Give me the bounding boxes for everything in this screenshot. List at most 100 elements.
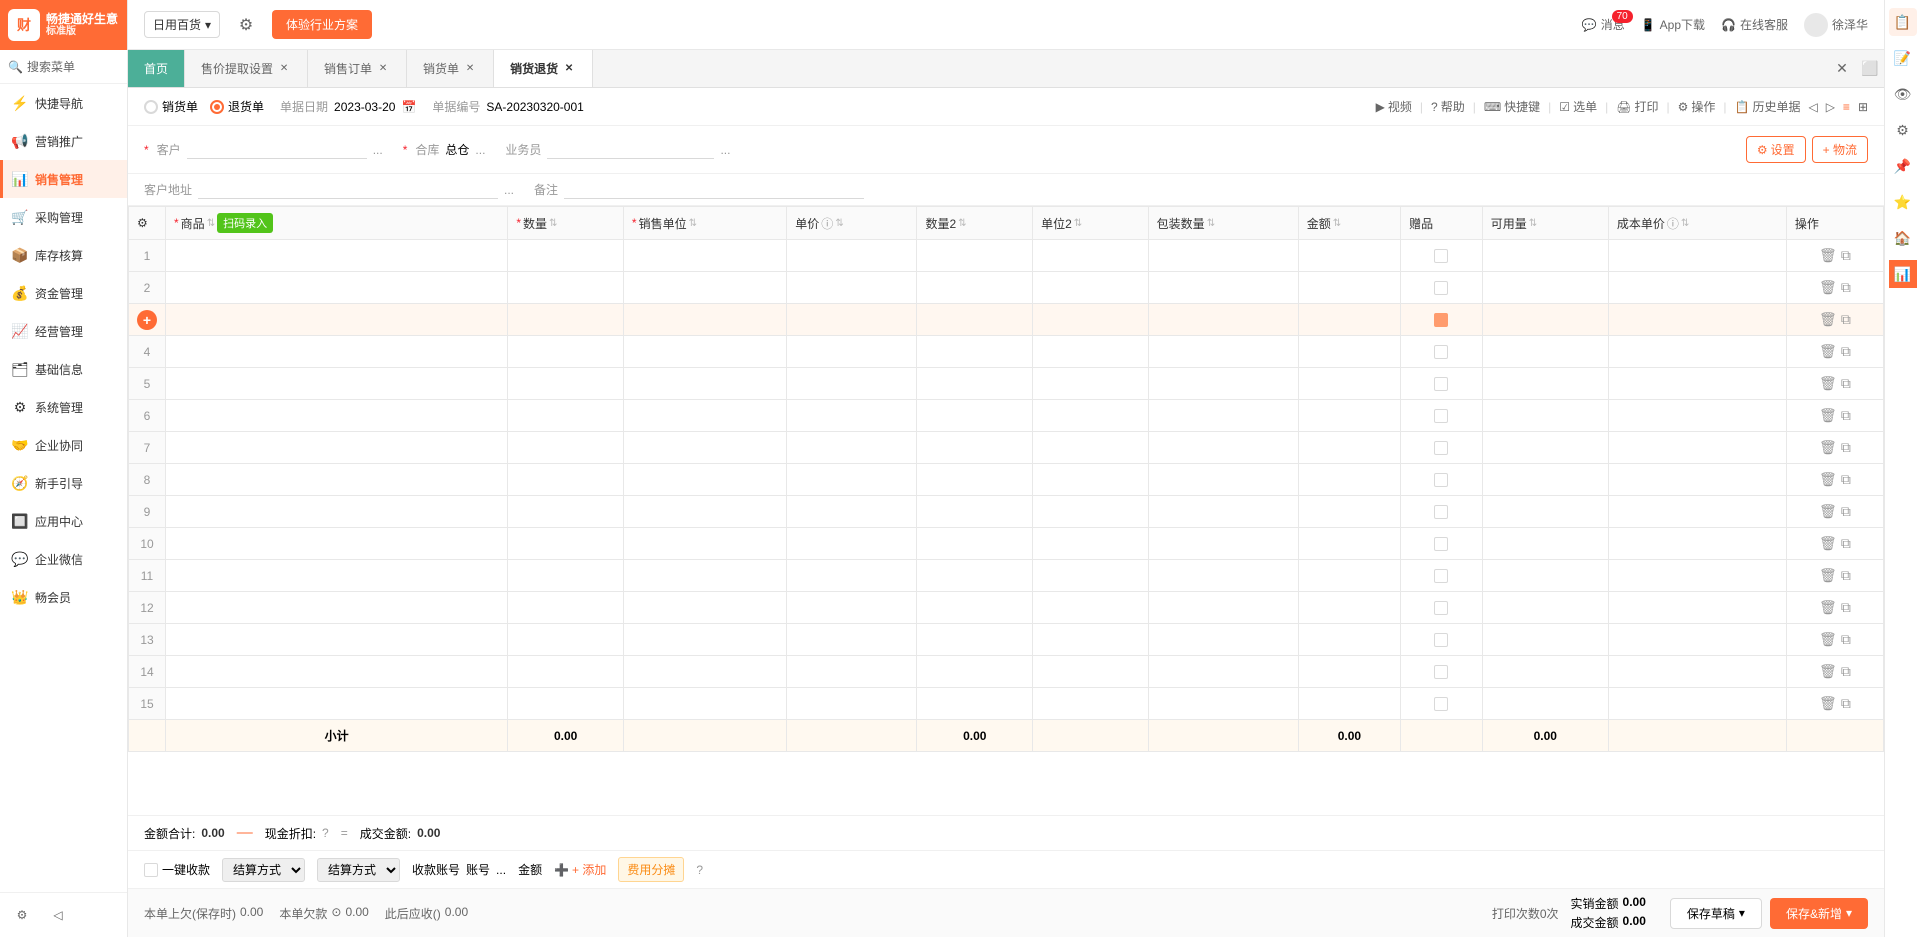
gift-checkbox[interactable] — [1434, 441, 1448, 455]
customer-dots[interactable]: ... — [373, 143, 383, 157]
copy-row-btn[interactable]: ⧉ — [1841, 631, 1851, 648]
sidebar-item-wechat[interactable]: 💬 企业微信 — [0, 540, 127, 578]
sidebar-settings-btn[interactable]: ⚙ — [8, 901, 36, 929]
history-btn[interactable]: 📋 历史单据 — [1734, 98, 1800, 115]
shortcut-btn[interactable]: ⌨ 快捷键 — [1484, 98, 1540, 115]
window-maximize-btn[interactable]: ⬜ — [1856, 55, 1884, 83]
tab-sales-return[interactable]: 销货退货 ✕ — [494, 50, 593, 87]
sidebar-item-marketing[interactable]: 📢 营销推广 — [0, 122, 127, 160]
row-quantity[interactable] — [508, 240, 624, 272]
tab-sales-close[interactable]: ✕ — [463, 62, 477, 76]
tab-sales[interactable]: 销货单 ✕ — [407, 50, 494, 87]
salesperson-dots[interactable]: ... — [720, 143, 730, 157]
rs-btn-1[interactable]: 📋 — [1889, 8, 1917, 36]
gift-checkbox[interactable] — [1434, 281, 1448, 295]
app-download-btn[interactable]: 📱 App下载 — [1641, 16, 1705, 33]
copy-row-btn[interactable]: ⧉ — [1841, 439, 1851, 456]
warehouse-dots[interactable]: ... — [475, 143, 485, 157]
topbar-settings-btn[interactable]: ⚙ — [232, 11, 260, 39]
delete-row-btn[interactable]: 🗑 — [1819, 471, 1837, 488]
copy-row-btn[interactable]: ⧉ — [1841, 599, 1851, 616]
gift-checkbox[interactable] — [1434, 665, 1448, 679]
barcode-btn[interactable]: 扫码录入 — [217, 213, 273, 233]
row-price[interactable] — [787, 272, 917, 304]
row-product[interactable] — [166, 240, 508, 272]
rs-btn-3[interactable]: 👁 — [1889, 80, 1917, 108]
delete-row-btn[interactable]: 🗑 — [1819, 567, 1837, 584]
gift-checkbox[interactable] — [1434, 505, 1448, 519]
settings-side-btn[interactable]: ⚙ 设置 — [1746, 136, 1806, 163]
row-unit[interactable] — [623, 272, 786, 304]
gift-checkbox[interactable] — [1434, 377, 1448, 391]
gift-checkbox[interactable] — [1434, 569, 1448, 583]
rs-btn-2[interactable]: 📝 — [1889, 44, 1917, 72]
delete-row-btn[interactable]: 🗑 — [1819, 503, 1837, 520]
radio-sales[interactable]: 销货单 — [144, 98, 198, 115]
sidebar-search[interactable]: 🔍 搜索菜单 — [0, 50, 127, 84]
print-btn[interactable]: 🖨 打印 — [1616, 98, 1658, 115]
next-btn[interactable]: ▷ — [1826, 100, 1835, 114]
help-btn[interactable]: ? 帮助 — [1431, 98, 1465, 115]
th-settings[interactable]: ⚙ — [129, 207, 166, 240]
save-new-dropdown[interactable]: ▾ — [1846, 906, 1852, 920]
save-draft-dropdown[interactable]: ▾ — [1739, 906, 1745, 920]
row-qty2-active[interactable] — [917, 304, 1033, 336]
user-menu[interactable]: 徐泽华 — [1804, 13, 1868, 37]
customer-input[interactable] — [187, 140, 367, 159]
row-price[interactable] — [787, 240, 917, 272]
sidebar-item-enterprise[interactable]: 🤝 企业协同 — [0, 426, 127, 464]
rs-btn-6[interactable]: ⭐ — [1889, 188, 1917, 216]
rs-btn-4[interactable]: ⚙ — [1889, 116, 1917, 144]
tab-home[interactable]: 首页 — [128, 50, 185, 87]
delete-row-btn[interactable]: 🗑 — [1819, 343, 1837, 360]
sidebar-collapse-btn[interactable]: ◁ — [44, 901, 72, 929]
row-available[interactable] — [1482, 272, 1608, 304]
row-pkg-active[interactable] — [1148, 304, 1298, 336]
tab-sales-return-close[interactable]: ✕ — [562, 62, 576, 76]
row-cost[interactable] — [1608, 272, 1786, 304]
gift-checkbox[interactable] — [1434, 633, 1448, 647]
address-input[interactable] — [198, 180, 498, 199]
delete-row-btn[interactable]: 🗑 — [1819, 439, 1837, 456]
gift-checkbox[interactable] — [1434, 249, 1448, 263]
copy-row-btn[interactable]: ⧉ — [1841, 535, 1851, 552]
delete-row-btn[interactable]: 🗑 — [1819, 311, 1837, 328]
logistics-btn[interactable]: + 物流 — [1812, 136, 1868, 163]
add-row-btn[interactable]: + — [137, 310, 157, 330]
row-amount[interactable] — [1298, 240, 1400, 272]
row-product-active[interactable] — [166, 304, 508, 336]
gift-checkbox[interactable] — [1434, 697, 1448, 711]
delete-row-btn[interactable]: 🗑 — [1819, 375, 1837, 392]
grid-view-btn[interactable]: ⊞ — [1858, 100, 1868, 114]
row-product[interactable] — [166, 272, 508, 304]
row-price-active[interactable] — [787, 304, 917, 336]
select-btn[interactable]: ☑ 选单 — [1559, 98, 1597, 115]
gift-checkbox[interactable] — [1434, 345, 1448, 359]
row-unit2[interactable] — [1033, 240, 1149, 272]
delete-row-btn[interactable]: 🗑 — [1819, 247, 1837, 264]
calc-method-select[interactable]: 结算方式 — [222, 858, 305, 882]
onepay-checkbox[interactable]: 一键收款 — [144, 861, 210, 878]
onepay-check[interactable] — [144, 863, 158, 877]
sidebar-item-inventory[interactable]: 📦 库存核算 — [0, 236, 127, 274]
row-qty2[interactable] — [917, 272, 1033, 304]
copy-row-btn[interactable]: ⧉ — [1841, 311, 1851, 328]
row-unit2[interactable] — [1033, 272, 1149, 304]
window-close-btn[interactable]: ✕ — [1828, 55, 1856, 83]
rs-btn-8[interactable]: 📊 — [1889, 260, 1917, 288]
account-dots[interactable]: ... — [496, 863, 506, 877]
sidebar-item-operations[interactable]: 📈 经营管理 — [0, 312, 127, 350]
sidebar-item-quicknav[interactable]: ⚡ 快捷导航 — [0, 84, 127, 122]
sidebar-item-basic[interactable]: 🗂 基础信息 — [0, 350, 127, 388]
rs-btn-7[interactable]: 🏠 — [1889, 224, 1917, 252]
gift-checkbox-active[interactable] — [1434, 313, 1448, 327]
copy-row-btn[interactable]: ⧉ — [1841, 375, 1851, 392]
row-available-active[interactable] — [1482, 304, 1608, 336]
gift-checkbox[interactable] — [1434, 473, 1448, 487]
salesperson-input[interactable] — [547, 140, 714, 159]
expense-help-icon[interactable]: ? — [696, 863, 703, 877]
list-view-btn[interactable]: ≡ — [1843, 100, 1850, 114]
sidebar-item-sales[interactable]: 📊 销售管理 — [0, 160, 127, 198]
row-unit2-active[interactable] — [1033, 304, 1149, 336]
industry-dropdown[interactable]: 日用百货 ▾ — [144, 11, 220, 38]
